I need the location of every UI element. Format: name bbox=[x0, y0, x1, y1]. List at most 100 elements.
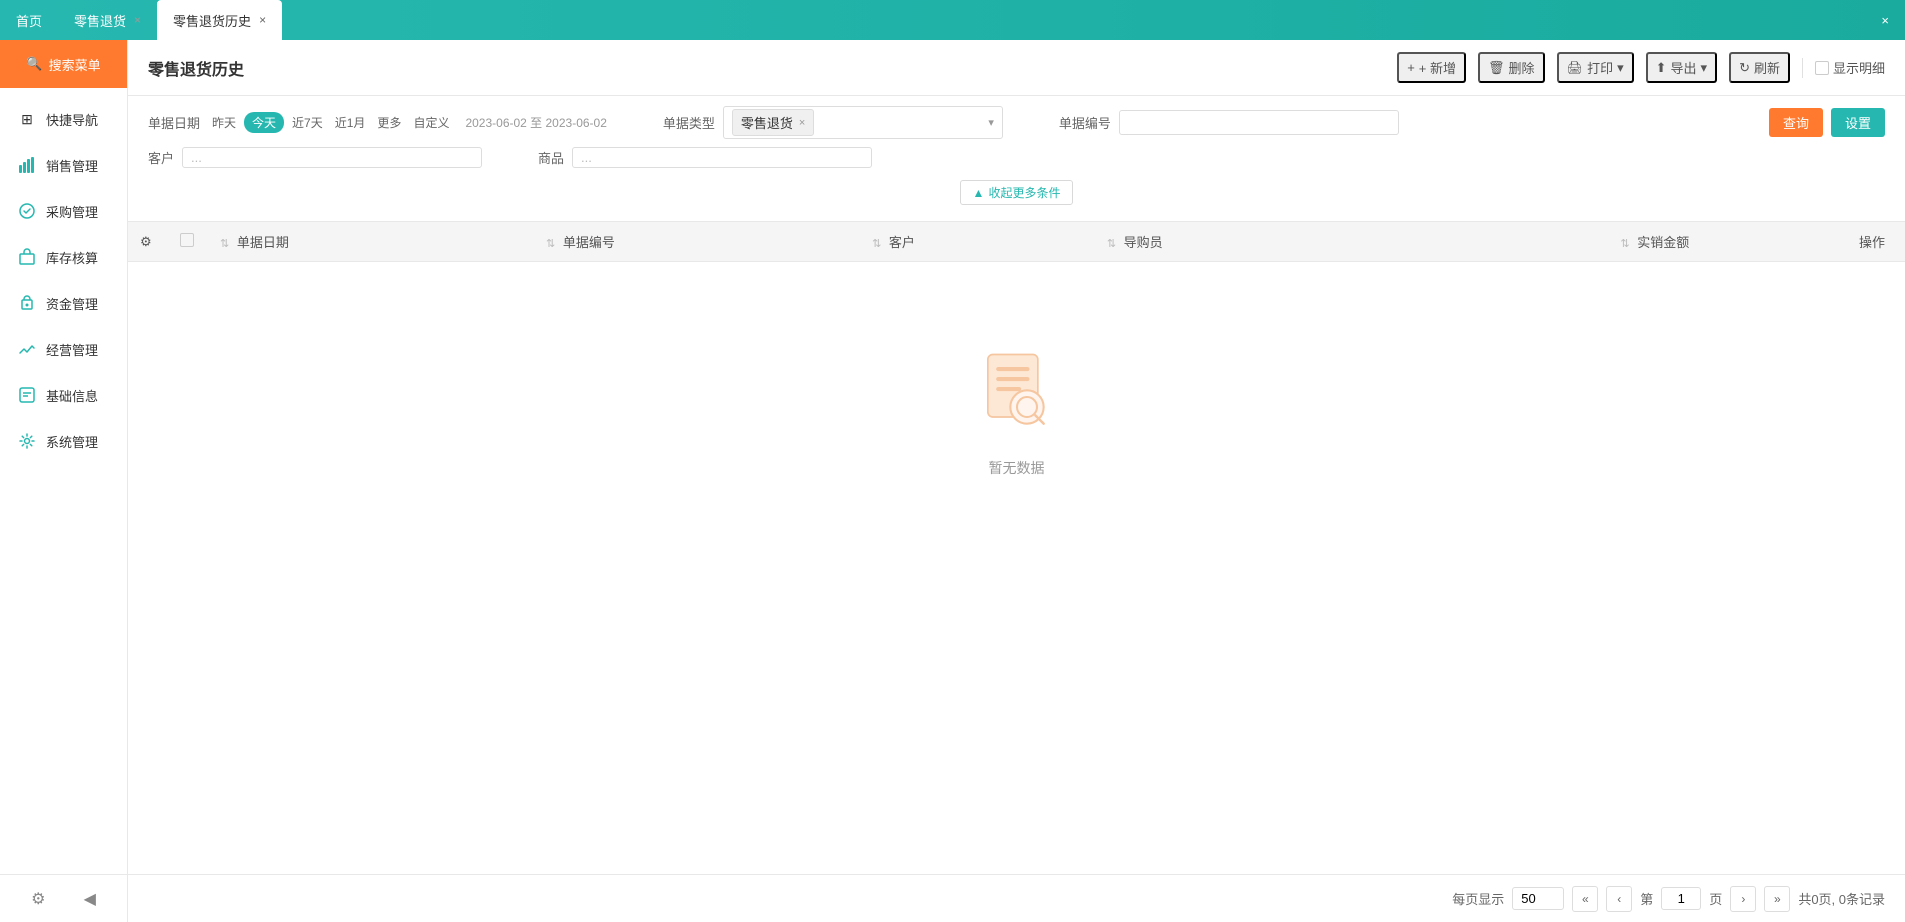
inventory-icon bbox=[16, 246, 38, 268]
date-btn-7days[interactable]: 近7天 bbox=[288, 112, 327, 133]
print-button[interactable]: 🖨 打印 ▾ bbox=[1557, 52, 1634, 83]
empty-state-icon bbox=[967, 342, 1067, 442]
sales-mgmt-icon bbox=[16, 154, 38, 176]
empty-text: 暂无数据 bbox=[989, 458, 1045, 478]
empty-state-row: 暂无数据 bbox=[128, 262, 1905, 559]
refresh-button[interactable]: ↻ 刷新 bbox=[1729, 52, 1790, 83]
sidebar-nav: ⊞ 快捷导航 销售管理 采购管理 库存核算 bbox=[0, 88, 127, 874]
export-icon: ⬆ bbox=[1656, 60, 1667, 76]
th-settings[interactable]: ⚙ bbox=[128, 222, 168, 262]
filter-customer-select[interactable]: ... bbox=[182, 147, 482, 168]
date-btn-1month[interactable]: 近1月 bbox=[331, 112, 370, 133]
tab-return-history[interactable]: 零售退货历史 × bbox=[157, 0, 282, 40]
base-info-icon bbox=[16, 384, 38, 406]
collapse-row: ▲ 收起更多条件 bbox=[148, 176, 1885, 211]
th-guide-label: 导购员 bbox=[1124, 235, 1163, 250]
sidebar-collapse-btn[interactable]: ◀ bbox=[84, 889, 96, 909]
show-detail: 显示明细 bbox=[1815, 58, 1885, 77]
filter-voucher-type-label: 单据类型 bbox=[663, 113, 715, 132]
sidebar-item-system-label: 系统管理 bbox=[46, 432, 98, 451]
delete-button[interactable]: 🗑 删除 bbox=[1478, 52, 1545, 83]
tab-return-close[interactable]: × bbox=[134, 13, 141, 27]
date-btn-yesterday[interactable]: 昨天 bbox=[208, 112, 240, 133]
sidebar-settings-btn[interactable]: ⚙ bbox=[31, 889, 45, 909]
collapse-button[interactable]: ▲ 收起更多条件 bbox=[960, 180, 1074, 205]
collapse-button-label: 收起更多条件 bbox=[988, 184, 1060, 201]
sidebar-search[interactable]: 🔍 搜索菜单 bbox=[0, 40, 127, 88]
table-body: 暂无数据 bbox=[128, 262, 1905, 559]
search-icon: 🔍 bbox=[26, 56, 42, 72]
refresh-icon: ↻ bbox=[1739, 60, 1750, 76]
sidebar-item-sales-mgmt[interactable]: 销售管理 bbox=[0, 142, 127, 188]
date-range-display: 2023-06-02 至 2023-06-02 bbox=[465, 114, 606, 131]
voucher-type-tag: 零售退货 × bbox=[732, 109, 814, 136]
filter-voucher-number-input[interactable] bbox=[1119, 110, 1399, 135]
sidebar-item-finance[interactable]: 资金管理 bbox=[0, 280, 127, 326]
th-amount[interactable]: 实销金额 bbox=[1375, 222, 1701, 262]
sidebar-item-base-info[interactable]: 基础信息 bbox=[0, 372, 127, 418]
table-header-row: ⚙ 单据日期 单据编号 客户 bbox=[128, 222, 1905, 262]
sidebar-item-inventory-label: 库存核算 bbox=[46, 248, 98, 267]
window-close-btn[interactable]: × bbox=[1881, 13, 1905, 28]
delete-icon: 🗑 bbox=[1488, 60, 1505, 76]
print-chevron-icon: ▾ bbox=[1617, 60, 1624, 76]
th-action: 操作 bbox=[1701, 222, 1905, 262]
query-button[interactable]: 查询 bbox=[1769, 108, 1823, 137]
date-btn-today[interactable]: 今天 bbox=[244, 112, 284, 133]
th-number[interactable]: 单据编号 bbox=[534, 222, 860, 262]
sidebar-item-purchase-mgmt[interactable]: 采购管理 bbox=[0, 188, 127, 234]
page-size-select[interactable]: 50 10 20 100 bbox=[1512, 887, 1564, 910]
settings-button-label: 设置 bbox=[1845, 113, 1871, 132]
total-label: 共0页, 0条记录 bbox=[1798, 889, 1885, 908]
page-number-input[interactable] bbox=[1661, 887, 1701, 910]
filter-voucher-type-select[interactable]: 零售退货 × ▾ bbox=[723, 106, 1003, 139]
sidebar: 🔍 搜索菜单 ⊞ 快捷导航 销售管理 采购管理 bbox=[0, 40, 128, 922]
pagination-bar: 每页显示 50 10 20 100 « ‹ 第 页 › bbox=[128, 874, 1905, 922]
tab-return[interactable]: 零售退货 × bbox=[58, 0, 157, 40]
filter-goods-select[interactable]: ... bbox=[572, 147, 872, 168]
sidebar-item-inventory[interactable]: 库存核算 bbox=[0, 234, 127, 280]
select-all-checkbox[interactable] bbox=[180, 233, 194, 247]
data-table: ⚙ 单据日期 单据编号 客户 bbox=[128, 222, 1905, 558]
filter-area: 单据日期 昨天 今天 近7天 近1月 更多 自定义 2023-06-02 至 2… bbox=[128, 96, 1905, 222]
filter-voucher-number-label: 单据编号 bbox=[1059, 113, 1111, 132]
filter-action-btns: 查询 设置 bbox=[1769, 108, 1885, 137]
settings-button[interactable]: 设置 bbox=[1831, 108, 1885, 137]
query-button-label: 查询 bbox=[1783, 113, 1809, 132]
first-page-btn[interactable]: « bbox=[1572, 886, 1598, 912]
sidebar-item-operations[interactable]: 经营管理 bbox=[0, 326, 127, 372]
page-title-row: 零售退货历史 + + 新增 🗑 删除 🖨 打印 ▾ bbox=[148, 52, 1885, 83]
filter-row-1: 单据日期 昨天 今天 近7天 近1月 更多 自定义 2023-06-02 至 2… bbox=[148, 106, 1885, 139]
page-title: 零售退货历史 bbox=[148, 56, 244, 80]
first-page-icon: « bbox=[1582, 892, 1589, 906]
new-button[interactable]: + + 新增 bbox=[1397, 52, 1466, 83]
operations-icon bbox=[16, 338, 38, 360]
date-btn-more[interactable]: 更多 bbox=[373, 112, 405, 133]
th-customer[interactable]: 客户 bbox=[860, 222, 1095, 262]
tab-home[interactable]: 首页 bbox=[0, 0, 58, 40]
date-btn-custom[interactable]: 自定义 bbox=[409, 112, 453, 133]
tab-return-history-close[interactable]: × bbox=[259, 13, 266, 27]
show-detail-checkbox[interactable] bbox=[1815, 61, 1829, 75]
prev-page-icon: ‹ bbox=[1617, 892, 1621, 906]
plus-icon: + bbox=[1407, 60, 1415, 75]
th-date[interactable]: 单据日期 bbox=[208, 222, 534, 262]
page-unit-label: 页 bbox=[1709, 889, 1722, 908]
th-guide[interactable]: 导购员 bbox=[1095, 222, 1375, 262]
prev-page-btn[interactable]: ‹ bbox=[1606, 886, 1632, 912]
sidebar-item-sales-mgmt-label: 销售管理 bbox=[46, 156, 98, 175]
sidebar-item-quick-nav[interactable]: ⊞ 快捷导航 bbox=[0, 96, 127, 142]
table-container: ⚙ 单据日期 单据编号 客户 bbox=[128, 222, 1905, 874]
export-button[interactable]: ⬆ 导出 ▾ bbox=[1646, 52, 1717, 83]
sidebar-item-system[interactable]: 系统管理 bbox=[0, 418, 127, 464]
th-customer-label: 客户 bbox=[889, 235, 915, 250]
filter-voucher-number: 单据编号 bbox=[1059, 110, 1399, 135]
finance-icon bbox=[16, 292, 38, 314]
next-page-btn[interactable]: › bbox=[1730, 886, 1756, 912]
voucher-type-chevron-icon: ▾ bbox=[988, 116, 994, 129]
column-settings-icon[interactable]: ⚙ bbox=[140, 234, 152, 249]
goods-dots: ... bbox=[581, 150, 592, 165]
last-page-btn[interactable]: » bbox=[1764, 886, 1790, 912]
date-quick-btns: 昨天 今天 近7天 近1月 更多 自定义 bbox=[208, 112, 453, 133]
voucher-type-tag-close[interactable]: × bbox=[799, 117, 805, 129]
